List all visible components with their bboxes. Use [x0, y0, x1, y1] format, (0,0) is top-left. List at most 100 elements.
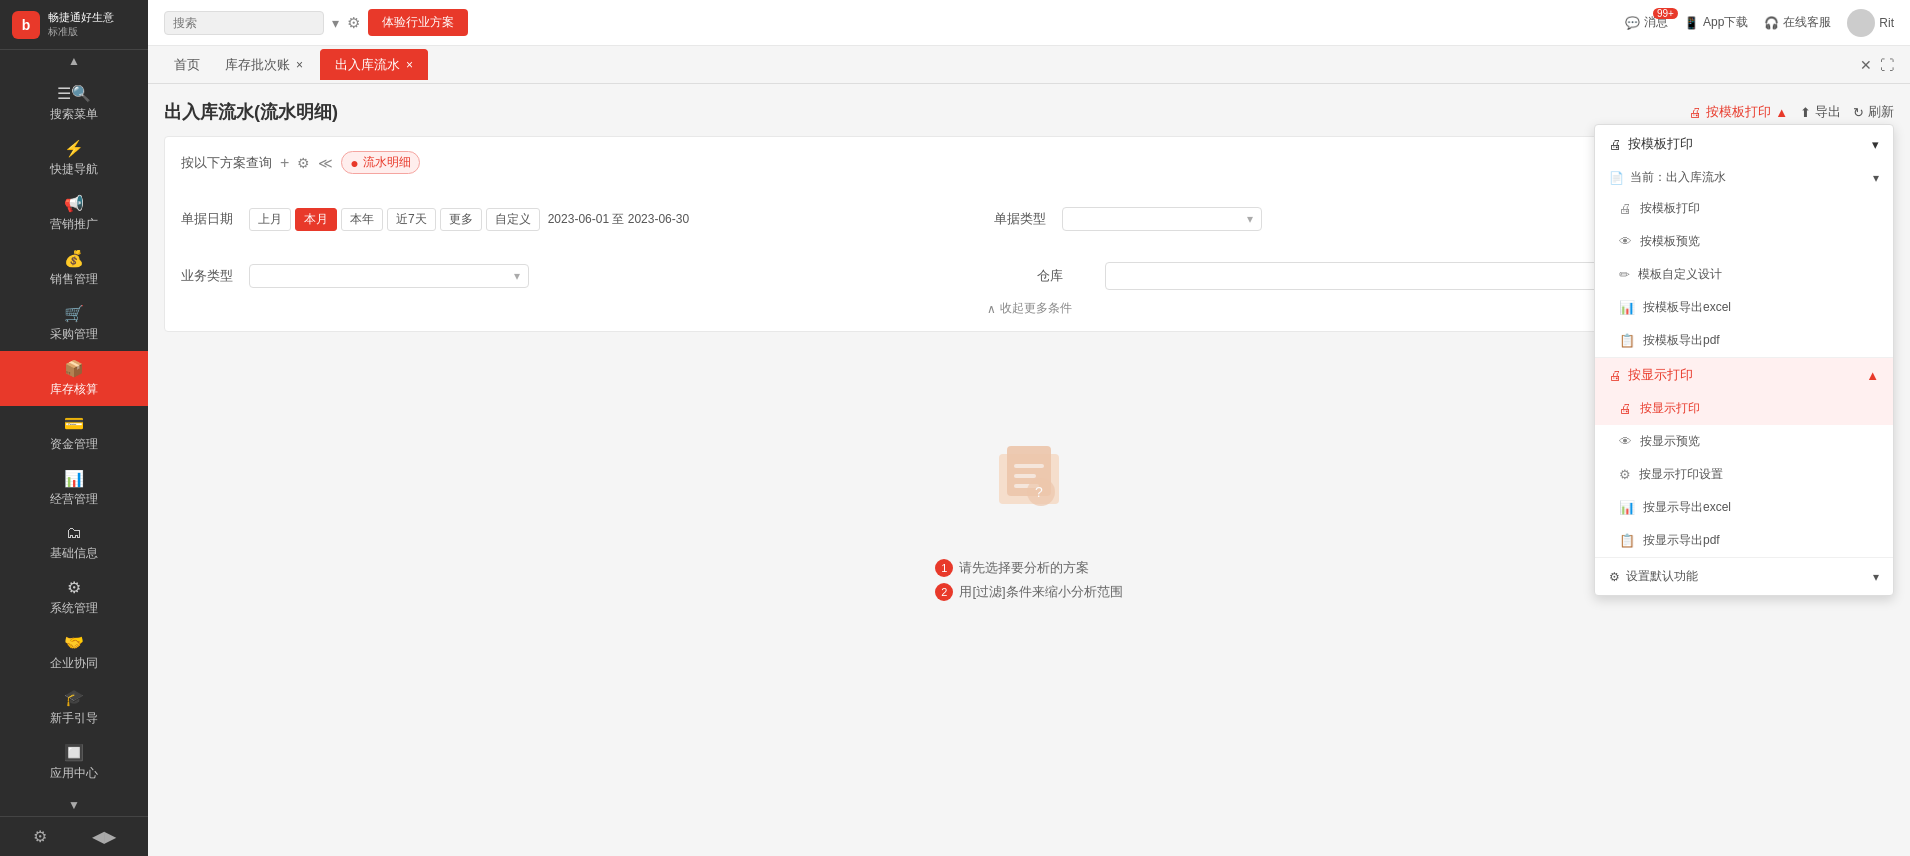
biz-type-field: 业务类型 ▾: [181, 264, 1021, 288]
current-template-arrow: ▾: [1873, 171, 1879, 185]
search-input[interactable]: [164, 11, 324, 35]
page-actions: 🖨 按模板打印 ▲ ⬆ 导出 ↻ 刷新: [1689, 103, 1894, 121]
template-print-header[interactable]: 🖨 按模板打印 ▾: [1595, 125, 1893, 163]
template-preview-item[interactable]: 👁 按模板预览: [1595, 225, 1893, 258]
search-button[interactable]: ▾: [332, 15, 339, 31]
filter-tag-label: 流水明细: [363, 154, 411, 171]
sidebar-item-label: 采购管理: [50, 326, 98, 343]
print-item-icon: 🖨: [1619, 201, 1632, 216]
sidebar-item-sales[interactable]: 💰 销售管理: [0, 241, 148, 296]
date-tab-custom[interactable]: 自定义: [486, 208, 540, 231]
date-tab-last-month[interactable]: 上月: [249, 208, 291, 231]
sidebar-item-quicknav[interactable]: ⚡ 快捷导航: [0, 131, 148, 186]
sidebar-item-inventory[interactable]: 📦 库存核算: [0, 351, 148, 406]
step-1-number: 1: [935, 559, 953, 577]
template-export-pdf-item[interactable]: 📋 按模板导出pdf: [1595, 324, 1893, 357]
inventory-icon: 📦: [64, 359, 84, 378]
doc-type-label: 单据类型: [994, 210, 1054, 228]
sidebar-item-finance[interactable]: 💳 资金管理: [0, 406, 148, 461]
template-print-section: 🖨 按模板打印 ▾ 📄 当前：出入库流水 ▾ 🖨 按模板打印: [1595, 125, 1893, 358]
sidebar-item-purchase[interactable]: 🛒 采购管理: [0, 296, 148, 351]
display-preview-item[interactable]: 👁 按显示预览: [1595, 425, 1893, 458]
step-2-number: 2: [935, 583, 953, 601]
close-all-tabs-button[interactable]: ✕: [1860, 57, 1872, 73]
footer-arrow: ▾: [1873, 570, 1879, 584]
settings-footer-icon[interactable]: ⚙: [33, 827, 47, 846]
sidebar-item-label: 库存核算: [50, 381, 98, 398]
date-range-display: 2023-06-01 至 2023-06-30: [548, 211, 689, 228]
message-badge: 99+: [1653, 8, 1678, 19]
topbar-gear-button[interactable]: ⚙: [347, 14, 360, 32]
filter-collapse-button[interactable]: ≪: [318, 155, 333, 171]
tab-inventory-batch[interactable]: 库存批次账 ×: [210, 49, 318, 80]
display-print-item-label: 按显示打印: [1640, 400, 1700, 417]
pdf-icon: 📋: [1619, 333, 1635, 348]
sidebar-scroll-up[interactable]: ▲: [0, 50, 148, 72]
default-func-icon: ⚙: [1609, 570, 1620, 584]
doc-type-select[interactable]: ▾: [1062, 207, 1262, 231]
export-button[interactable]: ⬆ 导出: [1800, 103, 1841, 121]
tab-close-active-icon[interactable]: ×: [406, 59, 413, 71]
display-print-settings-label: 按显示打印设置: [1639, 466, 1723, 483]
maximize-button[interactable]: ⛶: [1880, 57, 1894, 73]
filter-tag[interactable]: ● 流水明细: [341, 151, 419, 174]
date-tab-current-year[interactable]: 本年: [341, 208, 383, 231]
print-icon: 🖨: [1689, 105, 1702, 120]
message-item[interactable]: 💬 消息 99+: [1625, 14, 1668, 31]
display-print-settings-item[interactable]: ⚙ 按显示打印设置: [1595, 458, 1893, 491]
tab-inout-flow[interactable]: 出入库流水 ×: [320, 49, 428, 80]
template-print-item[interactable]: 🖨 按模板打印: [1595, 192, 1893, 225]
biz-type-select[interactable]: ▾: [249, 264, 529, 288]
set-default-function-item[interactable]: ⚙ 设置默认功能 ▾: [1595, 558, 1893, 595]
sidebar-item-collab[interactable]: 🤝 企业协同: [0, 625, 148, 680]
user-avatar-item[interactable]: Rit: [1847, 9, 1894, 37]
sidebar-logo: b 畅捷通好生意 标准版: [0, 0, 148, 50]
empty-steps-list: 1 请先选择要分析的方案 2 用[过滤]条件来缩小分析范围: [935, 559, 1122, 607]
sidebar-scroll-down[interactable]: ▼: [0, 794, 148, 816]
display-print-header[interactable]: 🖨 按显示打印 ▲: [1595, 358, 1893, 392]
sidebar-footer: ⚙ ◀▶: [0, 816, 148, 856]
topbar-left: ▾ ⚙ 体验行业方案: [164, 9, 1625, 36]
display-export-pdf-item[interactable]: 📋 按显示导出pdf: [1595, 524, 1893, 557]
tabbar-right: ✕ ⛶: [1860, 57, 1894, 73]
refresh-button[interactable]: ↻ 刷新: [1853, 103, 1894, 121]
sidebar-item-guide[interactable]: 🎓 新手引导: [0, 680, 148, 735]
display-excel-icon: 📊: [1619, 500, 1635, 515]
display-export-excel-item[interactable]: 📊 按显示导出excel: [1595, 491, 1893, 524]
sidebar-item-basics[interactable]: 🗂 基础信息: [0, 516, 148, 570]
sidebar-item-operations[interactable]: 📊 经营管理: [0, 461, 148, 516]
collapse-sidebar-icon[interactable]: ◀▶: [92, 827, 116, 846]
industry-solution-button[interactable]: 体验行业方案: [368, 9, 468, 36]
sidebar-item-marketing[interactable]: 📢 营销推广: [0, 186, 148, 241]
app-download-item[interactable]: 📱 App下载: [1684, 14, 1748, 31]
sidebar-item-search[interactable]: ☰🔍 搜索菜单: [0, 76, 148, 131]
current-template-item[interactable]: 📄 当前：出入库流水 ▾: [1595, 163, 1893, 192]
default-func-label: 设置默认功能: [1626, 568, 1698, 585]
template-design-item[interactable]: ✏ 模板自定义设计: [1595, 258, 1893, 291]
svg-text:?: ?: [1035, 484, 1043, 500]
date-tab-more[interactable]: 更多: [440, 208, 482, 231]
sidebar-item-label: 快捷导航: [50, 161, 98, 178]
system-icon: ⚙: [67, 578, 81, 597]
date-tab-current-month[interactable]: 本月: [295, 208, 337, 231]
collapse-up-icon: ∧: [987, 302, 996, 316]
display-print-item[interactable]: 🖨 按显示打印: [1595, 392, 1893, 425]
template-export-excel-item[interactable]: 📊 按模板导出excel: [1595, 291, 1893, 324]
print-template-button[interactable]: 🖨 按模板打印 ▲: [1689, 103, 1788, 121]
tab-home[interactable]: 首页: [164, 50, 210, 80]
filter-add-button[interactable]: +: [280, 155, 289, 171]
online-service-item[interactable]: 🎧 在线客服: [1764, 14, 1831, 31]
display-preview-label: 按显示预览: [1640, 433, 1700, 450]
tag-dot-icon: ●: [350, 155, 358, 171]
filter-gear-button[interactable]: ⚙: [297, 155, 310, 171]
date-range-text: 2023-06-01 至 2023-06-30: [548, 211, 689, 228]
preview-icon: 👁: [1619, 234, 1632, 249]
sidebar-item-system[interactable]: ⚙ 系统管理: [0, 570, 148, 625]
step-1-text: 请先选择要分析的方案: [959, 559, 1089, 577]
biz-type-chevron-icon: ▾: [514, 269, 520, 283]
tab-close-icon[interactable]: ×: [296, 59, 303, 71]
sidebar-item-wechat[interactable]: 💬 企业微信: [0, 790, 148, 794]
sidebar-item-appstore[interactable]: 🔲 应用中心: [0, 735, 148, 790]
date-tab-7days[interactable]: 近7天: [387, 208, 436, 231]
maximize-icon: ⛶: [1880, 57, 1894, 73]
